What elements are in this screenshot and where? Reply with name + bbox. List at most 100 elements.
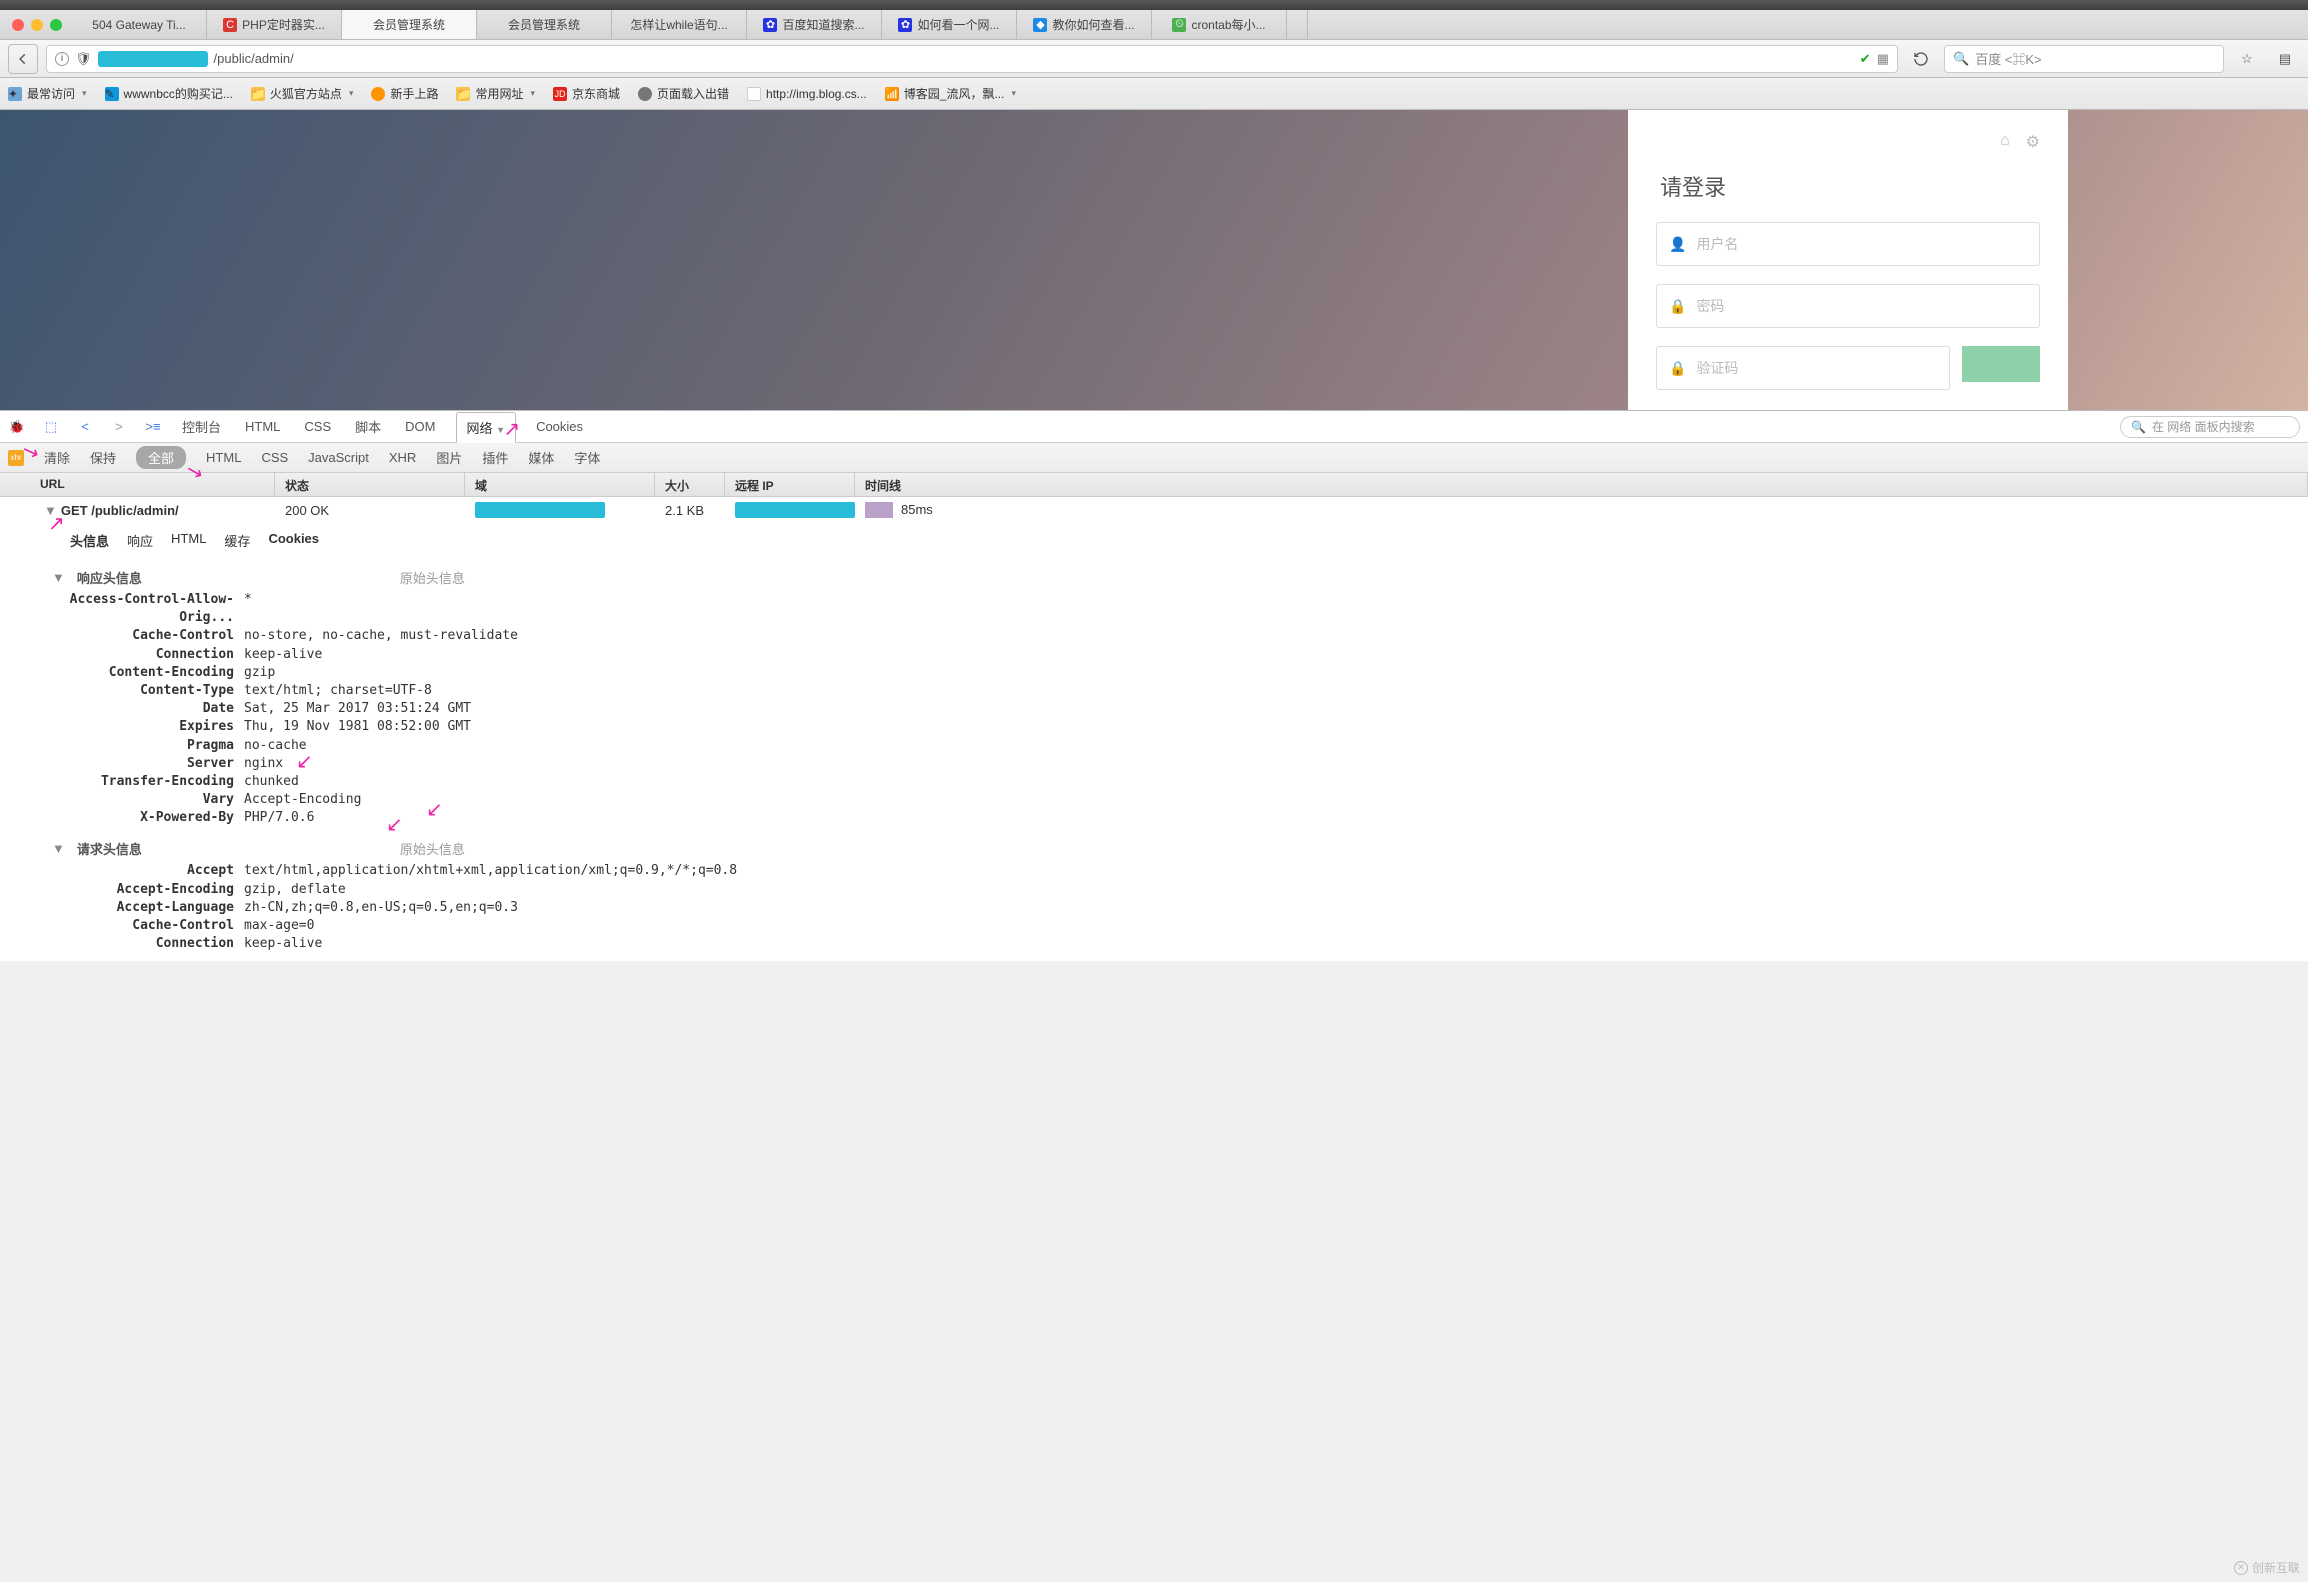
bm-load-error[interactable]: 页面载入出错 (638, 85, 729, 102)
captcha-field[interactable]: 🔒验证码 (1656, 346, 1950, 390)
header-row: Connectionkeep-alive (52, 935, 2256, 953)
header-row: DateSat, 25 Mar 2017 03:51:24 GMT (52, 700, 2256, 718)
tab-member-1[interactable]: 会员管理系统 (342, 10, 477, 39)
bm-firefox-official[interactable]: 📁火狐官方站点▾ (251, 85, 354, 102)
bm-cnblogs[interactable]: 📶博客园_流风，飘...▾ (885, 85, 1016, 102)
shield-icon[interactable]: ✔ (1860, 51, 1871, 67)
tab-view[interactable]: ◆教你如何查看... (1017, 10, 1152, 39)
filter-css[interactable]: CSS (261, 450, 288, 465)
username-field[interactable]: 👤用户名 (1656, 222, 2040, 266)
tab-network[interactable]: ✿如何看一个网... (882, 10, 1017, 39)
url-bar[interactable]: i 🛡 /public/admin/ ✔ ▦ (46, 45, 1898, 73)
filter-keep[interactable]: 保持 (90, 448, 116, 467)
header-row: VaryAccept-Encoding (52, 791, 2256, 809)
header-row: X-Powered-ByPHP/7.0.6 (52, 809, 2256, 827)
filter-img[interactable]: 图片 (436, 448, 462, 467)
search-icon: 🔍 (2131, 420, 2146, 434)
password-field[interactable]: 🔒密码 (1656, 284, 2040, 328)
panel-script[interactable]: 脚本 (351, 411, 385, 442)
login-panel: ⌂ ⚙ 请登录 👤用户名 🔒密码 🔒验证码 (1628, 110, 2068, 410)
prev-icon[interactable]: < (76, 419, 94, 434)
xhr-icon[interactable]: xhr (8, 450, 24, 466)
filter-plugin[interactable]: 插件 (482, 448, 508, 467)
redacted-host (98, 51, 208, 67)
page-content: ⌂ ⚙ 请登录 👤用户名 🔒密码 🔒验证码 (0, 110, 2308, 410)
header-row: Transfer-Encodingchunked (52, 773, 2256, 791)
qr-icon[interactable]: ▦ (1877, 51, 1889, 67)
header-row: Accepttext/html,application/xhtml+xml,ap… (52, 862, 2256, 880)
firebug-icon[interactable]: 🐞 (8, 419, 26, 435)
tab-response[interactable]: 响应 (127, 531, 153, 550)
panel-console[interactable]: 控制台 (178, 411, 225, 442)
panel-html[interactable]: HTML (241, 413, 284, 440)
header-row: Access-Control-Allow-Orig...* (52, 591, 2256, 627)
tab-overflow[interactable] (1287, 10, 1308, 39)
bm-jd[interactable]: JD京东商城 (553, 85, 620, 102)
navbar: i 🛡 /public/admin/ ✔ ▦ 🔍 百度 <⌘K> ☆ ▤ (0, 40, 2308, 78)
panel-cookies[interactable]: Cookies (532, 413, 587, 440)
filter-all[interactable]: 全部 (136, 446, 186, 469)
filter-media[interactable]: 媒体 (528, 448, 554, 467)
search-box[interactable]: 🔍 百度 <⌘K> (1944, 45, 2224, 73)
devtools-search[interactable]: 🔍在 网络 面板内搜索 (2120, 416, 2300, 438)
bm-img-blog[interactable]: http://img.blog.cs... (747, 87, 867, 101)
bm-most-visited[interactable]: ✦最常访问▾ (8, 85, 87, 102)
collapse-icon[interactable]: ▼ (52, 570, 65, 585)
lock-icon: 🔒 (1669, 298, 1686, 315)
gear-icon[interactable]: ⚙ (2026, 132, 2040, 152)
tab-while[interactable]: 怎样让while语句... (612, 10, 747, 39)
tab-member-2[interactable]: 会员管理系统 (477, 10, 612, 39)
home-icon[interactable]: ⌂ (2000, 132, 2010, 152)
panel-dom[interactable]: DOM (401, 413, 439, 440)
col-time[interactable]: 时间线 (855, 473, 2308, 496)
header-row: Pragmano-cache (52, 737, 2256, 755)
bm-nbcc[interactable]: ✎wwwnbcc的购买记... (105, 85, 233, 102)
expand-icon[interactable]: ▼ (44, 503, 57, 518)
request-row[interactable]: ▼GET /public/admin/ 200 OK 2.1 KB 85ms ↗ (0, 497, 2308, 523)
sidebar-button[interactable]: ▤ (2270, 44, 2300, 74)
tab-cookies[interactable]: Cookies (268, 531, 319, 550)
maximize-icon[interactable] (50, 19, 62, 31)
console-toggle-icon[interactable]: >≡ (144, 419, 162, 434)
col-url[interactable]: URL (0, 473, 275, 496)
filter-font[interactable]: 字体 (574, 448, 600, 467)
next-icon[interactable]: > (110, 419, 128, 434)
bm-common[interactable]: 📁常用网址▾ (456, 85, 535, 102)
tab-html[interactable]: HTML (171, 531, 206, 550)
col-status[interactable]: 状态 (275, 473, 465, 496)
header-row: Content-Typetext/html; charset=UTF-8 (52, 682, 2256, 700)
permissions-icon[interactable]: 🛡 (75, 51, 92, 67)
bm-newbie[interactable]: 新手上路 (371, 85, 438, 102)
tab-504[interactable]: 504 Gateway Ti... (72, 10, 207, 39)
panel-css[interactable]: CSS (300, 413, 335, 440)
tab-php[interactable]: CPHP定时器实... (207, 10, 342, 39)
reload-button[interactable] (1906, 44, 1936, 74)
col-ip[interactable]: 远程 IP (725, 473, 855, 496)
collapse-icon[interactable]: ▼ (52, 841, 65, 856)
close-icon[interactable] (12, 19, 24, 31)
devtools-tabs: 🐞 ⬚ < > >≡ 控制台 HTML CSS 脚本 DOM 网络 ▼ Cook… (0, 411, 2308, 443)
minimize-icon[interactable] (31, 19, 43, 31)
tab-cache[interactable]: 缓存 (224, 531, 250, 550)
url-path: /public/admin/ (214, 51, 294, 66)
back-button[interactable] (8, 44, 38, 74)
info-icon[interactable]: i (55, 52, 69, 66)
tab-crontab[interactable]: ⏲crontab每小... (1152, 10, 1287, 39)
filter-xhr[interactable]: XHR (389, 450, 416, 465)
filter-clear[interactable]: 清除 (44, 448, 70, 467)
panel-network[interactable]: 网络 ▼ (456, 412, 517, 443)
req-host (465, 499, 655, 522)
filter-html[interactable]: HTML (206, 450, 241, 465)
header-row: Cache-Controlno-store, no-cache, must-re… (52, 627, 2256, 645)
filter-js[interactable]: JavaScript (308, 450, 369, 465)
col-host[interactable]: 域 (465, 473, 655, 496)
star-button[interactable]: ☆ (2232, 44, 2262, 74)
tab-headers[interactable]: 头信息 (70, 531, 109, 550)
inspect-icon[interactable]: ⬚ (42, 419, 60, 435)
req-ip (725, 499, 855, 522)
login-title: 请登录 (1660, 170, 2040, 202)
tab-baidu-search[interactable]: ✿百度知道搜索... (747, 10, 882, 39)
col-size[interactable]: 大小 (655, 473, 725, 496)
header-row: Connectionkeep-alive (52, 646, 2256, 664)
captcha-image[interactable] (1962, 346, 2040, 382)
